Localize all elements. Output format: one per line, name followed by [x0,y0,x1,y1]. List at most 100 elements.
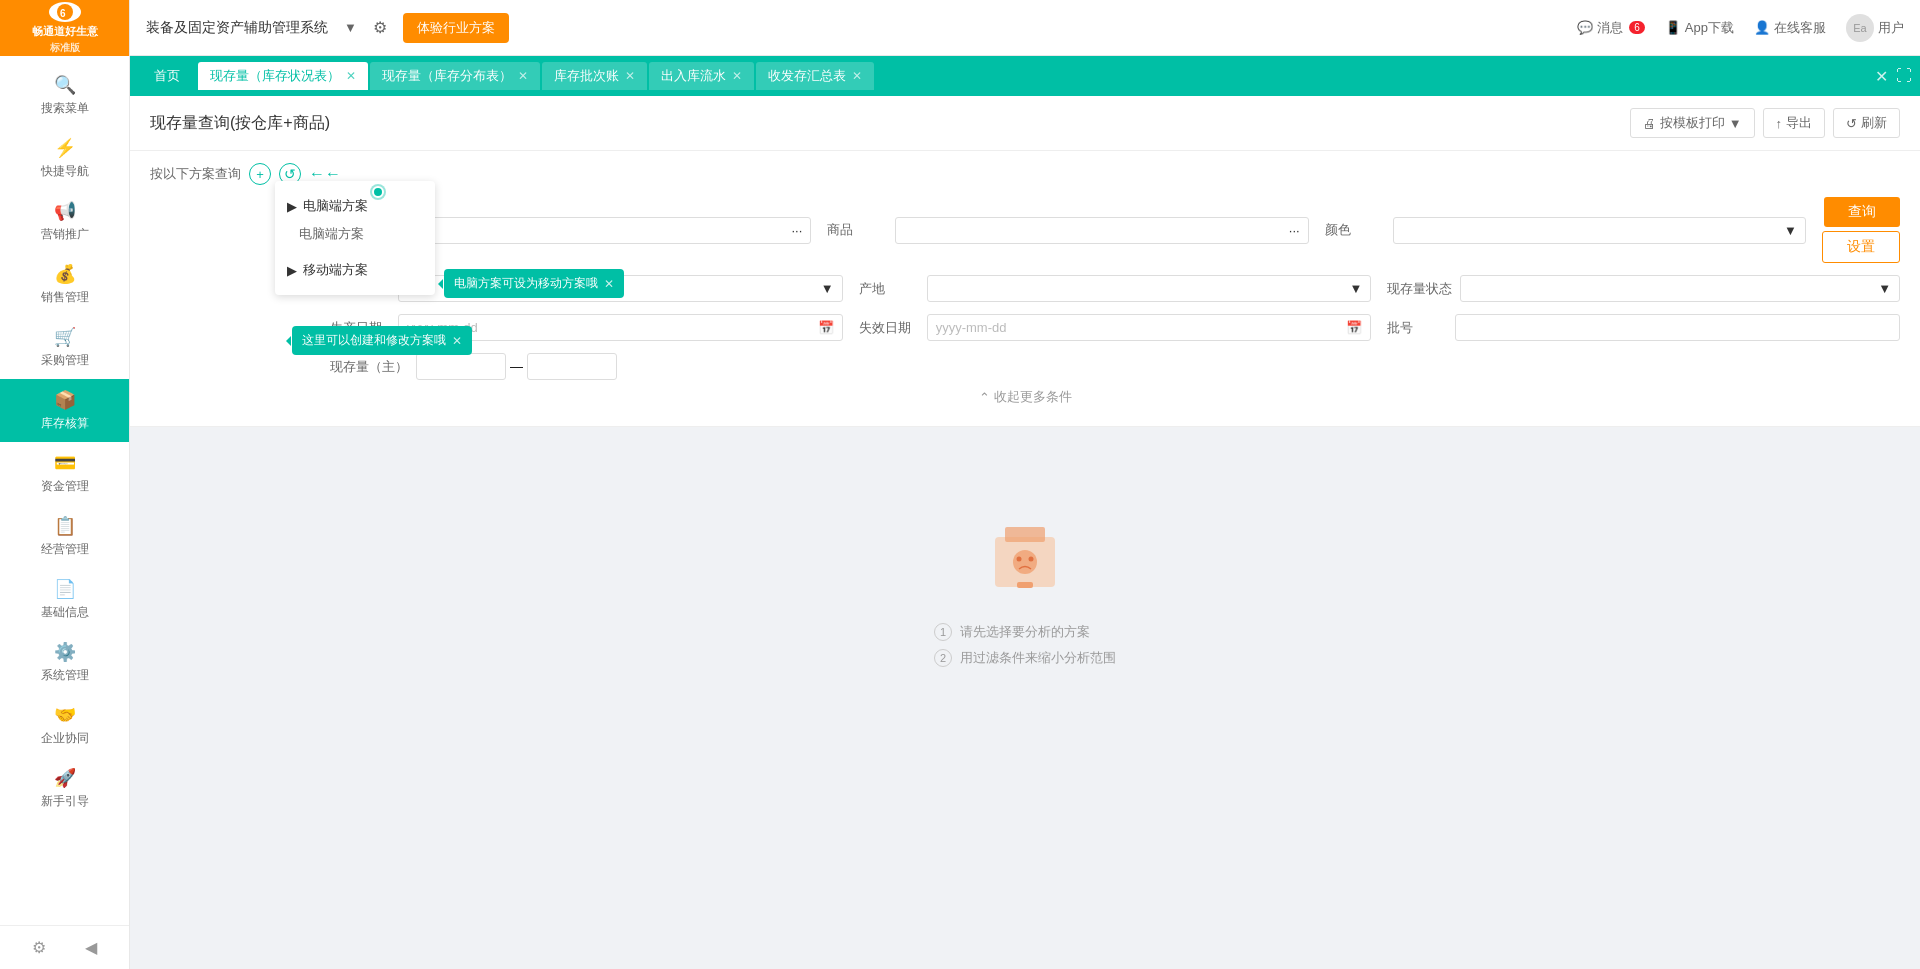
stock-status-label: 现存量状态 [1387,280,1452,298]
expire-date-label: 失效日期 [859,319,919,337]
origin-select[interactable]: ▼ [927,275,1372,302]
user-avatar: Ea [1846,14,1874,42]
svg-point-6 [1029,557,1034,562]
logo-text: 畅通道好生意 [32,24,98,39]
service-icon: 👤 [1754,20,1770,35]
page-header: 现存量查询(按仓库+商品) 🖨 按模板打印 ▼ ↑ 导出 ↺ 刷新 [130,96,1920,151]
color-select[interactable]: ▼ [1393,217,1806,244]
print-icon: 🖨 [1643,116,1656,131]
svg-text:6: 6 [60,8,66,19]
tab-close-all-btn[interactable]: ✕ [1875,67,1888,86]
filter-stock-main: 现存量（主） — [330,353,1900,380]
stock-main-to[interactable] [527,353,617,380]
filter-label: 按以下方案查询 [150,165,241,183]
schema-pc-section: ▶ 电脑端方案 电脑端方案 [275,189,435,253]
filter-row-3: 生产日期 yyyy-mm-dd 📅 失效日期 yyyy-mm-dd 📅 批号 [330,314,1900,341]
schema-mobile-title[interactable]: ▶ 移动端方案 [275,257,435,283]
system-icon: ⚙️ [54,641,76,663]
calendar-icon-expire: 📅 [1346,320,1362,335]
trial-btn[interactable]: 体验行业方案 [403,13,509,43]
filter-section: 按以下方案查询 + ↺ ←← ▶ 电脑端方案 电脑端方案 [130,151,1920,427]
warehouse-select[interactable]: ··· [398,217,811,244]
sidebar-item-quick-nav[interactable]: ⚡ 快捷导航 [0,127,129,190]
print-btn[interactable]: 🖨 按模板打印 ▼ [1630,108,1755,138]
filter-stock-status: 现存量状态 ▼ [1387,275,1900,302]
sidebar-item-operation[interactable]: 📋 经营管理 [0,505,129,568]
sidebar-item-search[interactable]: 🔍 搜索菜单 [0,64,129,127]
more-filters-btn[interactable]: ⌃ 收起更多条件 [150,380,1900,414]
tab-batch-ledger[interactable]: 库存批次账 ✕ [542,62,647,90]
user-profile-btn[interactable]: Ea 用户 [1846,14,1904,42]
sidebar-settings-icon[interactable]: ⚙ [32,938,46,957]
sidebar-item-finance[interactable]: 💳 资金管理 [0,442,129,505]
system-selector[interactable]: ▼ [344,20,357,35]
sidebar-item-system[interactable]: ⚙️ 系统管理 [0,631,129,694]
svg-rect-7 [1017,582,1033,588]
sidebar-item-purchase[interactable]: 🛒 采购管理 [0,316,129,379]
finance-icon: 💳 [54,452,76,474]
sidebar-item-marketing[interactable]: 📢 营销推广 [0,190,129,253]
sidebar-item-sales[interactable]: 💰 销售管理 [0,253,129,316]
schema-arrow-icon: ▶ [287,199,297,214]
app-download-btn[interactable]: 📱 App下载 [1665,19,1734,37]
message-btn[interactable]: 💬 消息 6 [1577,19,1645,37]
sidebar-item-guide[interactable]: 🚀 新手引导 [0,757,129,820]
logo-sub: 标准版 [50,41,80,55]
tab-inventory-status[interactable]: 现存量（库存状况表） ✕ [198,62,368,90]
tab-receive-summary[interactable]: 收发存汇总表 ✕ [756,62,874,90]
message-badge: 6 [1629,21,1645,34]
tooltip2-close[interactable]: ✕ [452,334,462,348]
sales-icon: 💰 [54,263,76,285]
goods-select[interactable]: ··· [895,217,1308,244]
guide-dot-1 [372,186,384,198]
sidebar-nav: 🔍 搜索菜单 ⚡ 快捷导航 📢 营销推广 💰 销售管理 🛒 采购管理 📦 库存核… [0,56,129,925]
filter-row-1: 仓库 ··· 商品 ··· 颜色 [330,197,1900,263]
tooltip1-close[interactable]: ✕ [604,277,614,291]
sidebar-item-enterprise[interactable]: 🤝 企业协同 [0,694,129,757]
reset-btn[interactable]: 设置 [1822,231,1900,263]
sidebar-collapse-icon[interactable]: ◀ [85,938,97,957]
purchase-icon: 🛒 [54,326,76,348]
stock-range-separator: — [510,359,523,374]
empty-illustration [975,507,1075,607]
color-label: 颜色 [1325,221,1385,239]
filter-batch: 批号 [1387,314,1900,341]
stock-status-select[interactable]: ▼ [1460,275,1900,302]
tab-inventory-dist[interactable]: 现存量（库存分布表） ✕ [370,62,540,90]
query-btns: 查询 设置 [1822,197,1900,263]
refresh-btn[interactable]: ↺ 刷新 [1833,108,1900,138]
header-right: 💬 消息 6 📱 App下载 👤 在线客服 Ea 用户 [1577,14,1904,42]
filter-add-btn[interactable]: + [249,163,271,185]
filter-goods: 商品 ··· [827,217,1308,244]
guide-icon: 🚀 [54,767,76,789]
stock-main-from[interactable] [416,353,506,380]
sidebar-item-base-info[interactable]: 📄 基础信息 [0,568,129,631]
schema-pc-item[interactable]: 电脑端方案 [275,219,435,249]
tab-bar: 首页 现存量（库存状况表） ✕ 现存量（库存分布表） ✕ 库存批次账 ✕ 出入库… [130,56,1920,96]
chevron-up-icon: ⌃ [979,390,990,405]
step-num-1: 1 [934,623,952,641]
tab-bar-right: ✕ ⛶ [1875,67,1912,86]
tab-expand-btn[interactable]: ⛶ [1896,67,1912,85]
schema-mobile-arrow-icon: ▶ [287,263,297,278]
header-settings-icon[interactable]: ⚙ [373,18,387,37]
schema-pc-title[interactable]: ▶ 电脑端方案 [275,193,435,219]
quick-nav-icon: ⚡ [54,137,76,159]
top-header: 装备及固定资产辅助管理系统 ▼ ⚙ 体验行业方案 💬 消息 6 📱 App下载 … [130,0,1920,56]
online-service-btn[interactable]: 👤 在线客服 [1754,19,1826,37]
batch-input[interactable] [1455,314,1900,341]
export-btn[interactable]: ↑ 导出 [1763,108,1826,138]
tab-close-inout-flow[interactable]: ✕ [732,69,742,83]
expire-date-input[interactable]: yyyy-mm-dd 📅 [927,314,1372,341]
sidebar-bottom: ⚙ ◀ [0,925,129,969]
tab-close-batch-ledger[interactable]: ✕ [625,69,635,83]
query-btn[interactable]: 查询 [1824,197,1900,227]
tab-close-inventory-dist[interactable]: ✕ [518,69,528,83]
sidebar-item-inventory[interactable]: 📦 库存核算 [0,379,129,442]
export-icon: ↑ [1776,116,1783,131]
tooltip-create-schema: 这里可以创建和修改方案哦 ✕ [292,326,472,355]
tab-close-receive-summary[interactable]: ✕ [852,69,862,83]
tab-inout-flow[interactable]: 出入库流水 ✕ [649,62,754,90]
tab-close-inventory-status[interactable]: ✕ [346,69,356,83]
tab-home[interactable]: 首页 [138,61,196,91]
